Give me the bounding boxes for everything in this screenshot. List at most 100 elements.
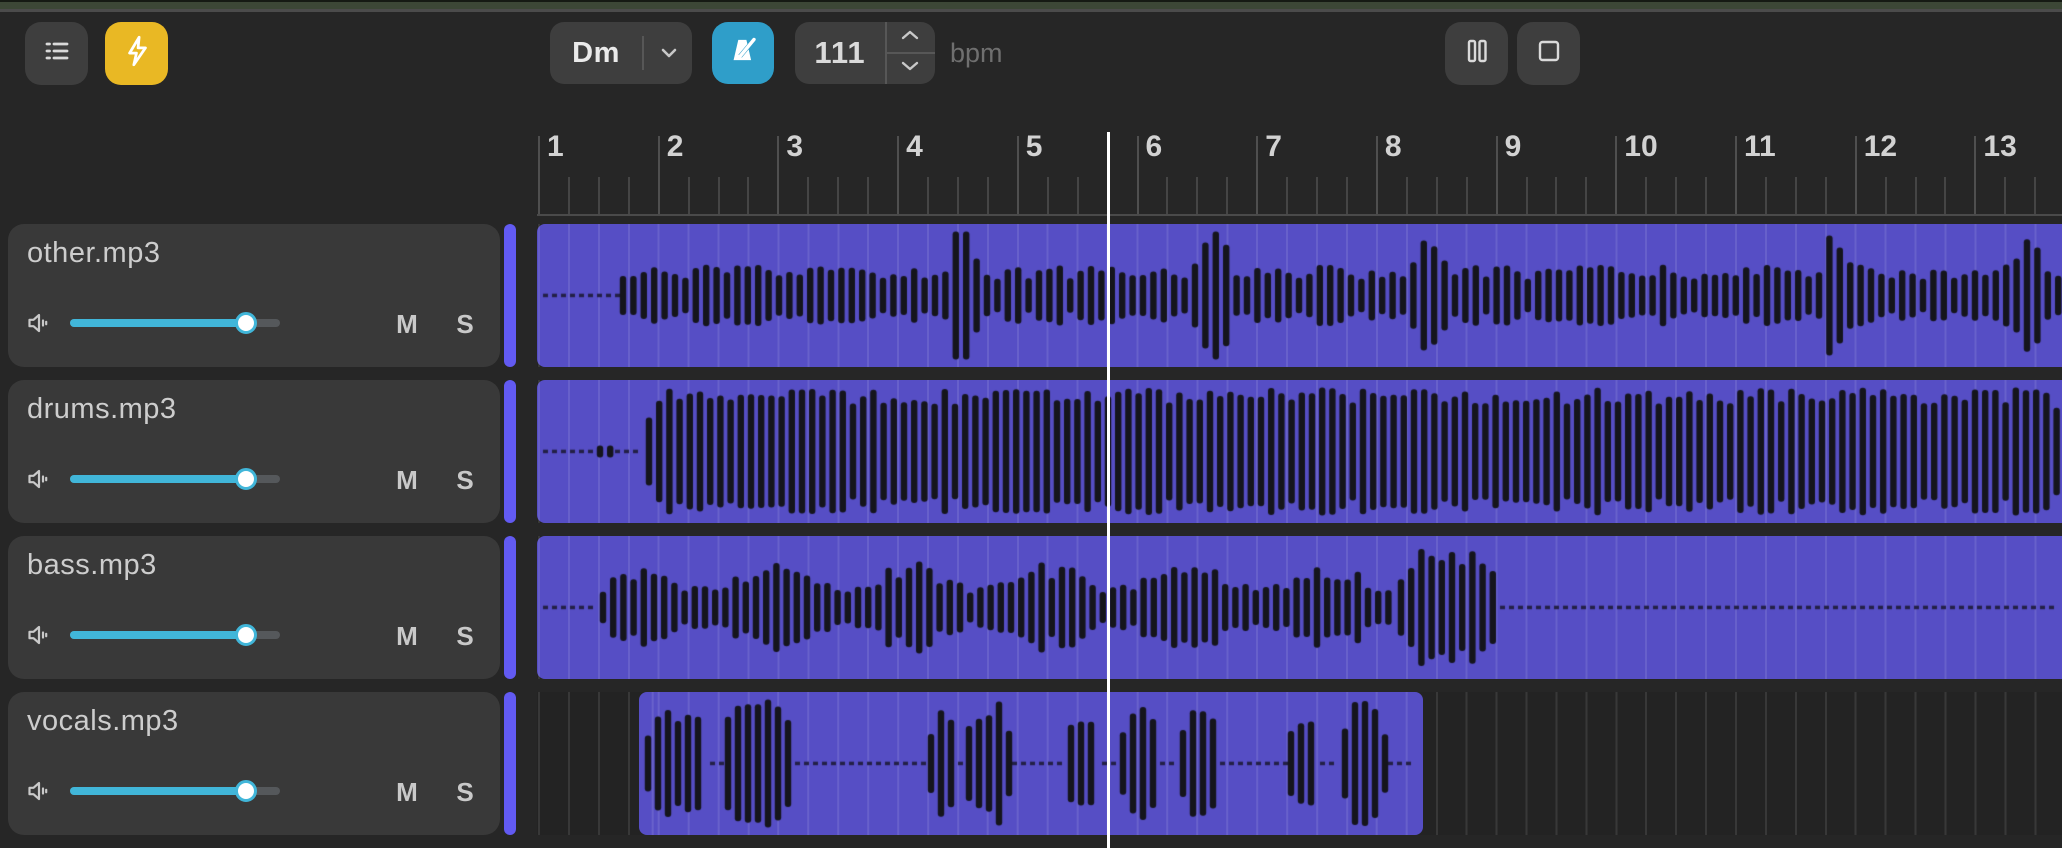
volume-icon xyxy=(24,308,54,338)
ruler-sub-tick xyxy=(1435,177,1438,215)
mute-button[interactable]: M xyxy=(387,465,427,496)
slider-thumb[interactable] xyxy=(235,624,258,646)
ruler-sub-tick xyxy=(807,177,810,215)
menu-button[interactable] xyxy=(25,22,88,85)
track-header-bass[interactable]: bass.mp3 M S xyxy=(8,536,500,679)
track-header-other[interactable]: other.mp3 M S xyxy=(8,224,500,367)
waveform xyxy=(537,380,2062,523)
ruler-bar-label: 6 xyxy=(1145,130,1163,163)
ruler-bar-tick xyxy=(1854,136,1857,215)
mute-button[interactable]: M xyxy=(387,621,427,652)
mute-button[interactable]: M xyxy=(387,309,427,340)
ruler-baseline xyxy=(537,214,2062,216)
ruler-bar-tick xyxy=(1735,136,1737,215)
audio-clip[interactable] xyxy=(537,224,2062,367)
ruler-sub-tick xyxy=(1585,177,1588,215)
ruler-bar-tick xyxy=(1974,136,1977,215)
pause-icon xyxy=(1460,34,1494,73)
volume-slider[interactable] xyxy=(70,312,280,334)
ruler-bar-label: 11 xyxy=(1744,130,1776,163)
ruler-sub-tick xyxy=(1166,177,1169,215)
ruler-sub-tick xyxy=(1525,177,1528,215)
slider-thumb[interactable] xyxy=(235,468,258,490)
ruler-sub-tick xyxy=(627,177,630,215)
ruler-sub-tick xyxy=(1914,177,1917,215)
bpm-increase-button[interactable] xyxy=(885,22,935,53)
track-color-strip xyxy=(504,224,516,367)
stop-button[interactable] xyxy=(1517,22,1580,85)
ruler-sub-tick xyxy=(1196,177,1199,215)
ruler-sub-tick xyxy=(1944,177,1947,215)
volume-slider[interactable] xyxy=(70,780,280,802)
ruler-bar-label: 1 xyxy=(547,130,564,163)
ruler-sub-tick xyxy=(1226,177,1229,215)
solo-button[interactable]: S xyxy=(445,777,485,808)
key-divider xyxy=(642,36,644,70)
ruler-bar-label: 2 xyxy=(666,130,684,163)
ruler-bar-tick xyxy=(1136,136,1139,215)
track-name: drums.mp3 xyxy=(27,393,177,425)
ruler-sub-tick xyxy=(867,177,870,215)
key-value: Dm xyxy=(572,36,620,69)
flash-button[interactable] xyxy=(105,22,168,85)
ruler-bar-label: 12 xyxy=(1863,130,1898,163)
window-top-strip xyxy=(0,0,2062,12)
metronome-button[interactable] xyxy=(712,22,774,84)
ruler-sub-tick xyxy=(1316,177,1319,215)
audio-clip[interactable] xyxy=(639,692,1423,835)
solo-button[interactable]: S xyxy=(445,621,485,652)
track-name: bass.mp3 xyxy=(27,549,157,581)
ruler-bar-label: 9 xyxy=(1504,130,1522,163)
ruler-sub-tick xyxy=(1046,177,1049,215)
mute-button[interactable]: M xyxy=(387,777,427,808)
track-header-vocals[interactable]: vocals.mp3 M S xyxy=(8,692,500,835)
ruler-bar-tick xyxy=(1375,136,1378,215)
key-selector[interactable]: Dm xyxy=(550,22,692,84)
ruler-bar-tick xyxy=(1016,136,1019,215)
chevron-down-icon xyxy=(900,59,920,78)
ruler-sub-tick xyxy=(1675,177,1678,215)
ruler-bar-label: 8 xyxy=(1384,130,1402,163)
ruler-sub-tick xyxy=(1824,177,1827,215)
ruler-sub-tick xyxy=(1345,177,1348,215)
ruler-sub-tick xyxy=(1645,177,1648,215)
stop-icon xyxy=(1532,34,1566,73)
ruler-bar-tick xyxy=(1615,136,1618,215)
waveform xyxy=(537,536,2062,679)
ruler-sub-tick xyxy=(2034,177,2037,215)
audio-clip[interactable] xyxy=(537,380,2062,523)
solo-button[interactable]: S xyxy=(445,309,485,340)
chevron-down-icon xyxy=(646,22,692,84)
track-lane xyxy=(537,536,2062,679)
slider-fill xyxy=(70,787,247,795)
slider-thumb[interactable] xyxy=(235,312,258,334)
volume-slider[interactable] xyxy=(70,624,280,646)
solo-button[interactable]: S xyxy=(445,465,485,496)
slider-thumb[interactable] xyxy=(235,780,258,802)
ruler-sub-tick xyxy=(687,177,690,215)
ruler-bar-tick xyxy=(1495,136,1498,215)
bpm-value[interactable]: 111 xyxy=(795,22,885,84)
ruler-bar-label: 3 xyxy=(786,130,804,163)
slider-fill xyxy=(70,631,247,639)
ruler-sub-tick xyxy=(956,177,959,215)
audio-clip[interactable] xyxy=(537,536,2062,679)
ruler-sub-tick xyxy=(1286,177,1289,215)
ruler-sub-tick xyxy=(1405,177,1408,215)
ruler-sub-tick xyxy=(1794,177,1797,215)
volume-icon xyxy=(24,776,54,806)
ruler-bar-label: 7 xyxy=(1265,130,1282,163)
waveform xyxy=(639,692,1423,835)
ruler-sub-tick xyxy=(927,177,930,215)
ruler-sub-tick xyxy=(986,177,989,215)
chevron-up-icon xyxy=(900,28,920,47)
ruler-bar-tick xyxy=(897,136,900,215)
bpm-stepper: 111 xyxy=(795,22,935,84)
bpm-decrease-button[interactable] xyxy=(885,53,935,84)
track-lane xyxy=(537,224,2062,367)
track-color-strip xyxy=(504,536,516,679)
volume-slider[interactable] xyxy=(70,468,280,490)
playhead[interactable] xyxy=(1107,132,1110,848)
pause-button[interactable] xyxy=(1445,22,1508,85)
track-header-drums[interactable]: drums.mp3 M S xyxy=(8,380,500,523)
